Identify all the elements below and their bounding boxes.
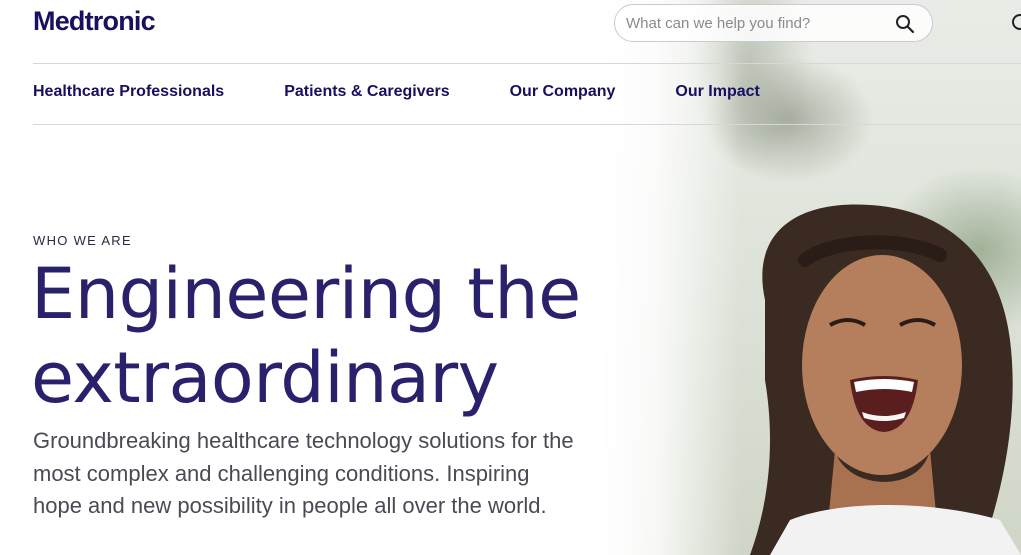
search-icon[interactable] <box>895 14 915 34</box>
headline-line: Engineering the <box>31 253 581 335</box>
hero-description: Groundbreaking healthcare technology sol… <box>33 425 653 523</box>
description-line: Groundbreaking healthcare technology sol… <box>33 428 574 453</box>
nav-our-impact[interactable]: Our Impact <box>675 83 759 101</box>
headline-line: extraordinary <box>31 337 499 419</box>
header-divider <box>33 63 1021 64</box>
search-input[interactable] <box>626 14 881 32</box>
nav-our-company[interactable]: Our Company <box>510 83 616 101</box>
description-line: hope and new possibility in people all o… <box>33 493 547 518</box>
description-line: most complex and challenging conditions.… <box>33 460 530 486</box>
account-icon[interactable] <box>1010 12 1021 32</box>
medtronic-logo[interactable]: Medtronic <box>33 6 156 37</box>
nav-healthcare-professionals[interactable]: Healthcare Professionals <box>33 83 224 101</box>
hero-eyebrow: WHO WE ARE <box>33 233 132 248</box>
nav-patients-caregivers[interactable]: Patients & Caregivers <box>284 83 449 101</box>
main-nav: Healthcare Professionals Patients & Care… <box>33 83 820 101</box>
nav-divider <box>33 124 1021 125</box>
hero-headline: Engineering the extraordinary <box>31 252 631 420</box>
search-bar[interactable] <box>614 4 933 42</box>
